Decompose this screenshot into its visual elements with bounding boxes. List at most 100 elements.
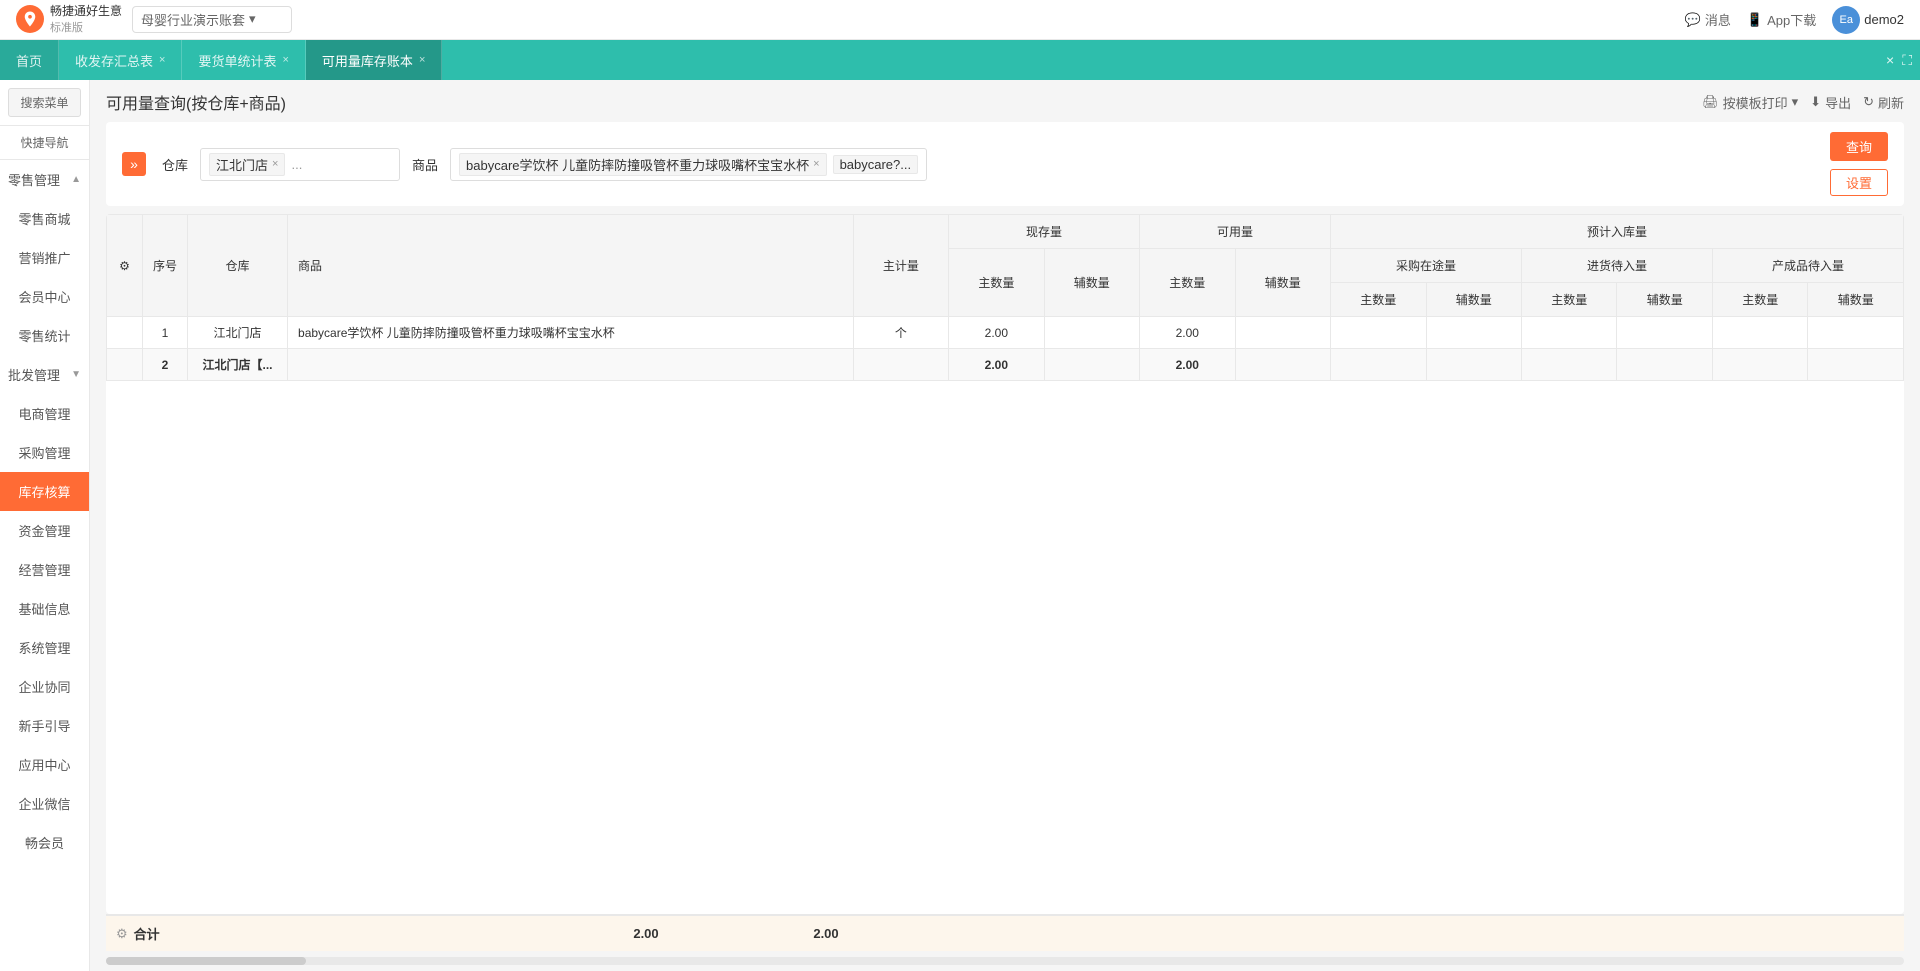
tab-order-stats[interactable]: 要货单统计表 ×: [182, 40, 305, 80]
row2-warehouse: 江北门店【...: [188, 349, 288, 381]
logo-area: 畅捷通好生意 标准版: [16, 4, 122, 34]
sidebar-item-inventory-label: 库存核算: [18, 482, 70, 501]
sidebar-item-basic-info-label: 基础信息: [18, 599, 70, 618]
sidebar-item-marketing[interactable]: 营销推广: [0, 238, 89, 277]
footer-values: 2.00 2.00: [316, 926, 1894, 941]
row1-g-aux: [1617, 317, 1712, 349]
row2-current-main: 2.00: [949, 349, 1044, 381]
tab-home-label: 首页: [16, 51, 42, 70]
row1-avail-aux: [1235, 317, 1330, 349]
sidebar-item-member2[interactable]: 畅会员: [0, 823, 89, 862]
th-gear[interactable]: ⚙: [107, 215, 143, 317]
industry-selector[interactable]: 母婴行业演示账套 ▾: [132, 6, 292, 33]
scroll-thumb[interactable]: [106, 957, 306, 965]
row1-prod-aux: [1808, 317, 1904, 349]
top-bar-right: 💬 消息 📱 App下载 Ea demo2: [1685, 6, 1904, 34]
sidebar-item-new-guide[interactable]: 新手引导: [0, 706, 89, 745]
sidebar-item-inventory[interactable]: 库存核算: [0, 472, 89, 511]
refresh-btn[interactable]: ↻ 刷新: [1863, 93, 1904, 112]
sidebar-item-wholesale-mgmt-label: 批发管理: [8, 365, 60, 384]
warehouse-filter-input[interactable]: 江北门店 × ...: [200, 148, 400, 181]
tab-order-stats-close[interactable]: ×: [282, 54, 288, 66]
row2-g-main: [1521, 349, 1616, 381]
sidebar-item-system[interactable]: 系统管理: [0, 628, 89, 667]
app-download-btn[interactable]: 📱 App下载: [1747, 10, 1816, 29]
sidebar-item-basic-info[interactable]: 基础信息: [0, 589, 89, 628]
sidebar-item-finance[interactable]: 资金管理: [0, 511, 89, 550]
row1-current-main: 2.00: [949, 317, 1044, 349]
warehouse-tag-value: 江北门店: [216, 155, 268, 174]
scroll-track[interactable]: [106, 957, 1904, 965]
th-avail-main: 主数量: [1140, 249, 1235, 317]
settings-btn[interactable]: 设置: [1830, 169, 1888, 196]
footer-current-aux: [696, 926, 776, 941]
row2-p-aux: [1426, 349, 1521, 381]
row2-avail-main: 2.00: [1140, 349, 1235, 381]
warehouse-tag: 江北门店 ×: [209, 153, 285, 176]
footer-label-area: ⚙ 合计: [116, 924, 316, 943]
message-icon: 💬: [1685, 12, 1701, 28]
filter-toggle-btn[interactable]: »: [122, 152, 146, 176]
query-btn[interactable]: 查询: [1830, 132, 1888, 161]
row1-p-aux: [1426, 317, 1521, 349]
product-filter-input[interactable]: babycare学饮杯 儿童防摔防撞吸管杯重力球吸嘴杯宝宝水杯 × babyca…: [450, 148, 927, 181]
page-actions: 🖨 按模板打印 ▾ ⬇ 导出 ↻ 刷新: [1702, 93, 1904, 112]
tab-receive-summary-close[interactable]: ×: [159, 54, 165, 66]
sidebar-item-purchase[interactable]: 采购管理: [0, 433, 89, 472]
nav-expand-btn[interactable]: ⛶: [1902, 52, 1912, 69]
row1-current-aux: [1044, 317, 1139, 349]
dropdown-icon: ▾: [249, 11, 256, 27]
sidebar-item-wholesale-mgmt[interactable]: 批发管理 ▼: [0, 355, 89, 394]
row1-no: 1: [143, 317, 188, 349]
main-layout: 搜索菜单 快捷导航 零售管理 ▲ 零售商城 营销推广 会员中心 零售统计 批发管…: [0, 80, 1920, 971]
sidebar-search-btn[interactable]: 搜索菜单: [8, 88, 81, 117]
product-tag-1-close[interactable]: ×: [813, 158, 819, 170]
warehouse-tag-close[interactable]: ×: [272, 158, 278, 170]
export-btn[interactable]: ⬇ 导出: [1810, 93, 1851, 112]
tab-available-stock[interactable]: 可用量库存账本 ×: [306, 40, 442, 80]
sidebar-item-member[interactable]: 会员中心: [0, 277, 89, 316]
sidebar-nav-btn[interactable]: 快捷导航: [0, 126, 89, 160]
sidebar-item-marketing-label: 营销推广: [18, 248, 70, 267]
sidebar-item-retail-mgmt[interactable]: 零售管理 ▲: [0, 160, 89, 199]
table-footer: ⚙ 合计 2.00 2.00: [106, 914, 1904, 951]
print-icon: 🖨: [1702, 94, 1719, 110]
logo-sub: 标准版: [50, 19, 122, 35]
sidebar-item-system-label: 系统管理: [18, 638, 70, 657]
sidebar-item-enterprise[interactable]: 企业协同: [0, 667, 89, 706]
tab-spacer: [442, 40, 1878, 80]
table-row: 1 江北门店 babycare学饮杯 儿童防摔防撞吸管杯重力球吸嘴杯宝宝水杯 个…: [107, 317, 1904, 349]
th-purchase-incoming: 采购在途量: [1331, 249, 1522, 283]
filter-actions: 查询 设置: [1830, 132, 1888, 196]
nav-close-btn[interactable]: ×: [1886, 52, 1894, 68]
tab-receive-summary[interactable]: 收发存汇总表 ×: [59, 40, 182, 80]
logo-icon: [16, 5, 44, 33]
wholesale-arrow-icon: ▼: [71, 369, 81, 380]
sidebar-item-retail-store[interactable]: 零售商城: [0, 199, 89, 238]
warehouse-more[interactable]: ...: [291, 157, 302, 172]
message-btn[interactable]: 💬 消息: [1685, 10, 1731, 29]
user-area[interactable]: Ea demo2: [1832, 6, 1904, 34]
sidebar-item-enterprise-wechat[interactable]: 企业微信: [0, 784, 89, 823]
nav-tabs: 首页 收发存汇总表 × 要货单统计表 × 可用量库存账本 × × ⛶: [0, 40, 1920, 80]
sidebar-item-app-center[interactable]: 应用中心: [0, 745, 89, 784]
row1-g-main: [1521, 317, 1616, 349]
nav-tab-actions: × ⛶: [1878, 40, 1920, 80]
sidebar-item-operations[interactable]: 经营管理: [0, 550, 89, 589]
tab-available-stock-label: 可用量库存账本: [322, 51, 413, 70]
sidebar-item-ecommerce[interactable]: 电商管理: [0, 394, 89, 433]
message-label: 消息: [1705, 10, 1731, 29]
refresh-label: 刷新: [1878, 93, 1904, 112]
tab-available-stock-close[interactable]: ×: [419, 54, 425, 66]
th-purchase-aux: 辅数量: [1426, 283, 1521, 317]
th-purchase-main: 主数量: [1331, 283, 1426, 317]
row2-unit: [853, 349, 948, 381]
print-btn[interactable]: 🖨 按模板打印 ▾: [1702, 93, 1798, 112]
page-title: 可用量查询(按仓库+商品): [106, 90, 286, 114]
th-goods-incoming: 进货待入量: [1521, 249, 1712, 283]
footer-empty-unit: [516, 926, 596, 941]
footer-empty1: [316, 926, 516, 941]
table-row-group: 2 江北门店【... 2.00 2.00: [107, 349, 1904, 381]
sidebar-item-retail-stats[interactable]: 零售统计: [0, 316, 89, 355]
tab-home[interactable]: 首页: [0, 40, 59, 80]
